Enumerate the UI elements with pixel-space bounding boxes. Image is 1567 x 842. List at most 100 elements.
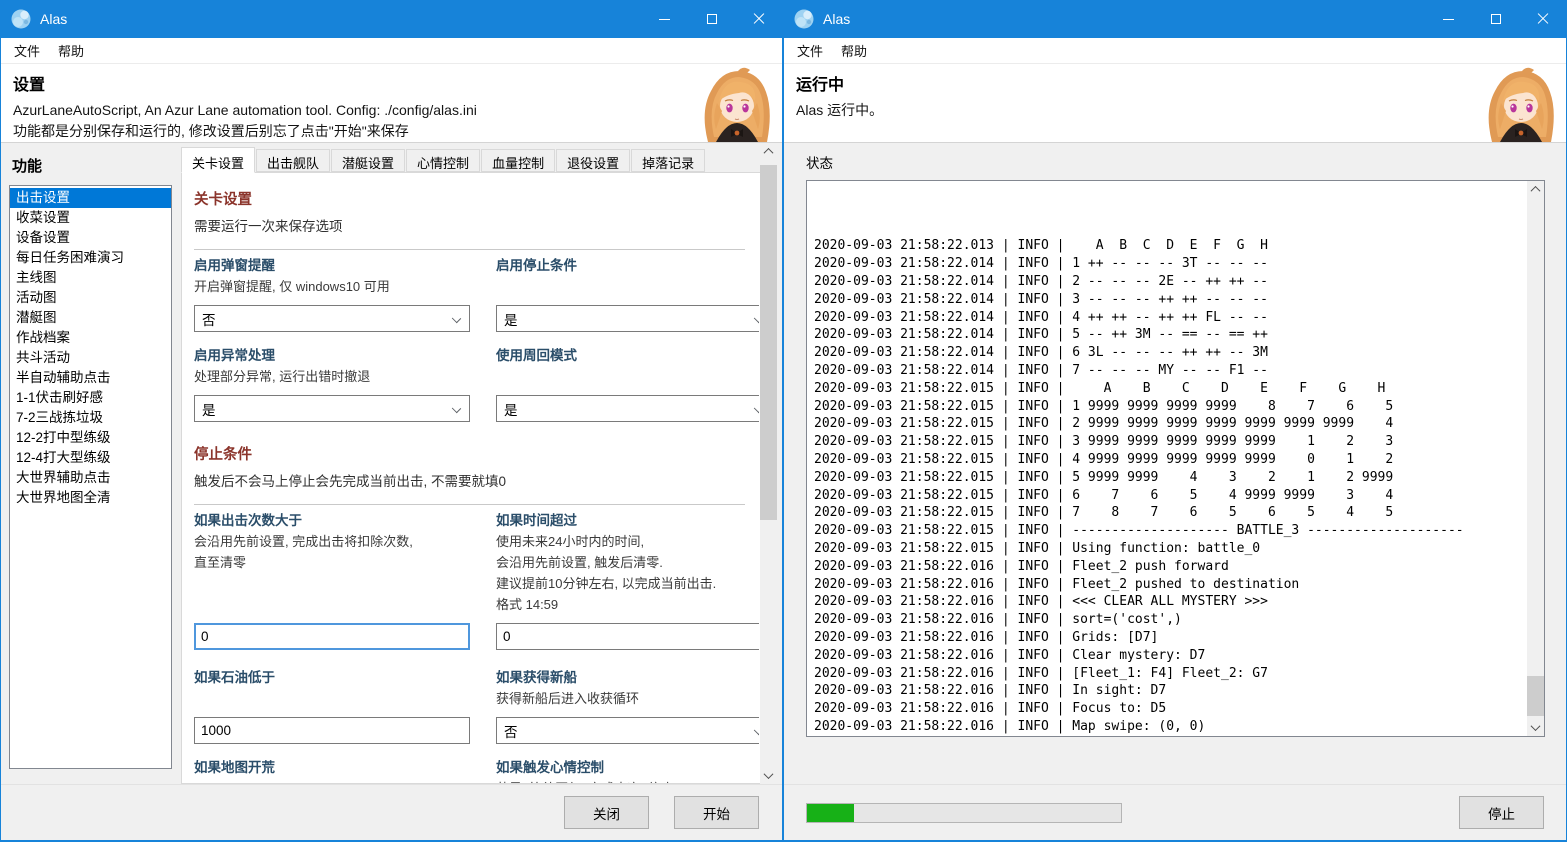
count-greater-input[interactable] <box>194 623 470 650</box>
log-line: 2020-09-03 21:58:22.015 | INFO | 4 9999 … <box>814 451 1527 469</box>
minimize-button[interactable] <box>1425 0 1472 38</box>
field-label-oil-lower: 如果石油低于 <box>194 668 470 688</box>
exception-select[interactable]: 是 <box>194 395 470 422</box>
field-desc-new-ship: 获得新船后进入收获循环 <box>496 688 759 709</box>
log-line: 2020-09-03 21:58:22.016 | INFO | <<< CLE… <box>814 593 1527 611</box>
function-list[interactable]: 出击设置收菜设置设备设置每日任务困难演习主线图活动图潜艇图作战档案共斗活动半自动… <box>9 185 172 769</box>
menu-help[interactable]: 帮助 <box>49 38 93 63</box>
log-scrollbar[interactable] <box>1527 181 1544 736</box>
scroll-up-button[interactable] <box>1527 181 1544 198</box>
sidebar-item[interactable]: 主线图 <box>10 268 171 288</box>
settings-window: Alas 文件 帮助 设置 AzurLaneAutoScript, An Azu… <box>0 0 783 842</box>
menubar: 文件 帮助 <box>784 38 1566 64</box>
scroll-down-button[interactable] <box>760 767 777 784</box>
tab[interactable]: 退役设置 <box>556 149 630 172</box>
sidebar-item[interactable]: 潜艇图 <box>10 308 171 328</box>
sidebar-item[interactable]: 12-2打中型练级 <box>10 428 171 448</box>
stop-button[interactable]: 停止 <box>1459 796 1544 829</box>
close-icon <box>1537 13 1549 25</box>
titlebar[interactable]: Alas <box>1 0 782 38</box>
chevron-down-icon <box>754 726 759 735</box>
maximize-icon <box>707 14 717 24</box>
tab[interactable]: 出击舰队 <box>256 149 330 172</box>
settings-form: 关卡设置 需要运行一次来保存选项 启用弹窗提醒 开启弹窗提醒, 仅 window… <box>182 173 759 783</box>
titlebar[interactable]: Alas <box>784 0 1566 38</box>
scrollbar-thumb[interactable] <box>760 165 777 520</box>
close-button[interactable] <box>735 0 782 38</box>
section-desc-stage: 需要运行一次来保存选项 <box>194 217 745 237</box>
field-label-enable-stop: 启用停止条件 <box>496 256 759 276</box>
page-subtitle: AzurLaneAutoScript, An Azur Lane automat… <box>13 100 782 121</box>
log-line: 2020-09-03 21:58:22.014 | INFO | 7 -- --… <box>814 362 1527 380</box>
tab[interactable]: 血量控制 <box>481 149 555 172</box>
log-line: 2020-09-03 21:58:22.015 | INFO | 1 9999 … <box>814 398 1527 416</box>
field-desc-enable-popup: 开启弹窗提醒, 仅 windows10 可用 <box>194 276 470 297</box>
runner-footer: 停止 <box>784 784 1566 840</box>
oil-lower-input[interactable] <box>194 717 470 744</box>
divider <box>194 504 745 505</box>
progress-fill <box>807 804 854 822</box>
field-label-exception: 启用异常处理 <box>194 346 470 366</box>
sidebar-item[interactable]: 12-4打大型练级 <box>10 448 171 468</box>
tab-content-panel: 关卡设置 需要运行一次来保存选项 启用弹窗提醒 开启弹窗提醒, 仅 window… <box>181 172 777 784</box>
chevron-down-icon <box>764 769 774 779</box>
sidebar-item[interactable]: 出击设置 <box>10 188 171 208</box>
tab[interactable]: 关卡设置 <box>181 147 255 173</box>
start-button[interactable]: 开始 <box>674 796 759 829</box>
sidebar-item[interactable]: 大世界地图全清 <box>10 488 171 508</box>
app-icon <box>793 8 815 30</box>
page-title: 设置 <box>13 71 782 95</box>
log-line: 2020-09-03 21:58:22.013 | INFO | A B C D… <box>814 237 1527 255</box>
chevron-down-icon <box>452 314 461 323</box>
page-note: Alas 运行中。 <box>796 100 1566 121</box>
maximize-icon <box>1491 14 1501 24</box>
field-desc-emotion-control: 若是, 等待回复, 完成本次, 停止 <box>496 778 759 783</box>
log-output[interactable]: 2020-09-03 21:58:22.013 | INFO | A B C D… <box>807 181 1527 736</box>
sidebar-item[interactable]: 半自动辅助点击 <box>10 368 171 388</box>
sidebar-item[interactable]: 每日任务困难演习 <box>10 248 171 268</box>
sidebar-item[interactable]: 共斗活动 <box>10 348 171 368</box>
field-label-time-reach: 如果时间超过 <box>496 511 759 531</box>
log-line: 2020-09-03 21:58:22.015 | INFO | A B C D… <box>814 380 1527 398</box>
close-button[interactable] <box>1519 0 1566 38</box>
close-app-button[interactable]: 关闭 <box>564 796 649 829</box>
new-ship-select[interactable]: 否 <box>496 717 759 744</box>
runner-body: 状态 2020-09-03 21:58:22.013 | INFO | A B … <box>784 143 1566 784</box>
tab[interactable]: 掉落记录 <box>631 149 705 172</box>
enable-stop-select[interactable]: 是 <box>496 305 759 332</box>
time-reach-input[interactable] <box>496 623 759 650</box>
sidebar-item[interactable]: 大世界辅助点击 <box>10 468 171 488</box>
menu-help[interactable]: 帮助 <box>832 38 876 63</box>
scroll-down-button[interactable] <box>1527 719 1544 736</box>
minimize-button[interactable] <box>641 0 688 38</box>
maximize-button[interactable] <box>688 0 735 38</box>
log-line: 2020-09-03 21:58:22.015 | INFO | 3 9999 … <box>814 433 1527 451</box>
sidebar-item[interactable]: 作战档案 <box>10 328 171 348</box>
sidebar-item[interactable]: 设备设置 <box>10 228 171 248</box>
log-line: 2020-09-03 21:58:22.015 | INFO | 5 9999 … <box>814 469 1527 487</box>
enable-popup-select[interactable]: 否 <box>194 305 470 332</box>
log-line: 2020-09-03 21:58:22.016 | INFO | [Fleet_… <box>814 665 1527 683</box>
log-line: 2020-09-03 21:58:22.016 | INFO | Grids: … <box>814 629 1527 647</box>
field-desc-time-reach: 使用未来24小时内的时间, 会沿用先前设置, 触发后清零. 建议提前10分钟左右… <box>496 531 759 615</box>
avatar-image <box>698 67 775 142</box>
tab[interactable]: 心情控制 <box>406 149 480 172</box>
loop-mode-select[interactable]: 是 <box>496 395 759 422</box>
log-line: 2020-09-03 21:58:22.016 | INFO | Map swi… <box>814 718 1527 736</box>
tab[interactable]: 潜艇设置 <box>331 149 405 172</box>
sidebar-item[interactable]: 7-2三战拣垃圾 <box>10 408 171 428</box>
menu-file[interactable]: 文件 <box>788 38 832 63</box>
menu-file[interactable]: 文件 <box>5 38 49 63</box>
log-line: 2020-09-03 21:58:22.014 | INFO | 2 -- --… <box>814 273 1527 291</box>
settings-scrollbar[interactable] <box>760 143 777 784</box>
sidebar-item[interactable]: 收菜设置 <box>10 208 171 228</box>
chevron-up-icon <box>1531 186 1541 196</box>
sidebar-item[interactable]: 活动图 <box>10 288 171 308</box>
log-line: 2020-09-03 21:58:22.014 | INFO | 4 ++ ++… <box>814 309 1527 327</box>
scrollbar-thumb[interactable] <box>1527 676 1544 716</box>
maximize-button[interactable] <box>1472 0 1519 38</box>
settings-body: 功能 出击设置收菜设置设备设置每日任务困难演习主线图活动图潜艇图作战档案共斗活动… <box>1 143 782 784</box>
close-icon <box>753 13 765 25</box>
sidebar-item[interactable]: 1-1伏击刷好感 <box>10 388 171 408</box>
log-line: 2020-09-03 21:58:22.014 | INFO | 3 -- --… <box>814 291 1527 309</box>
